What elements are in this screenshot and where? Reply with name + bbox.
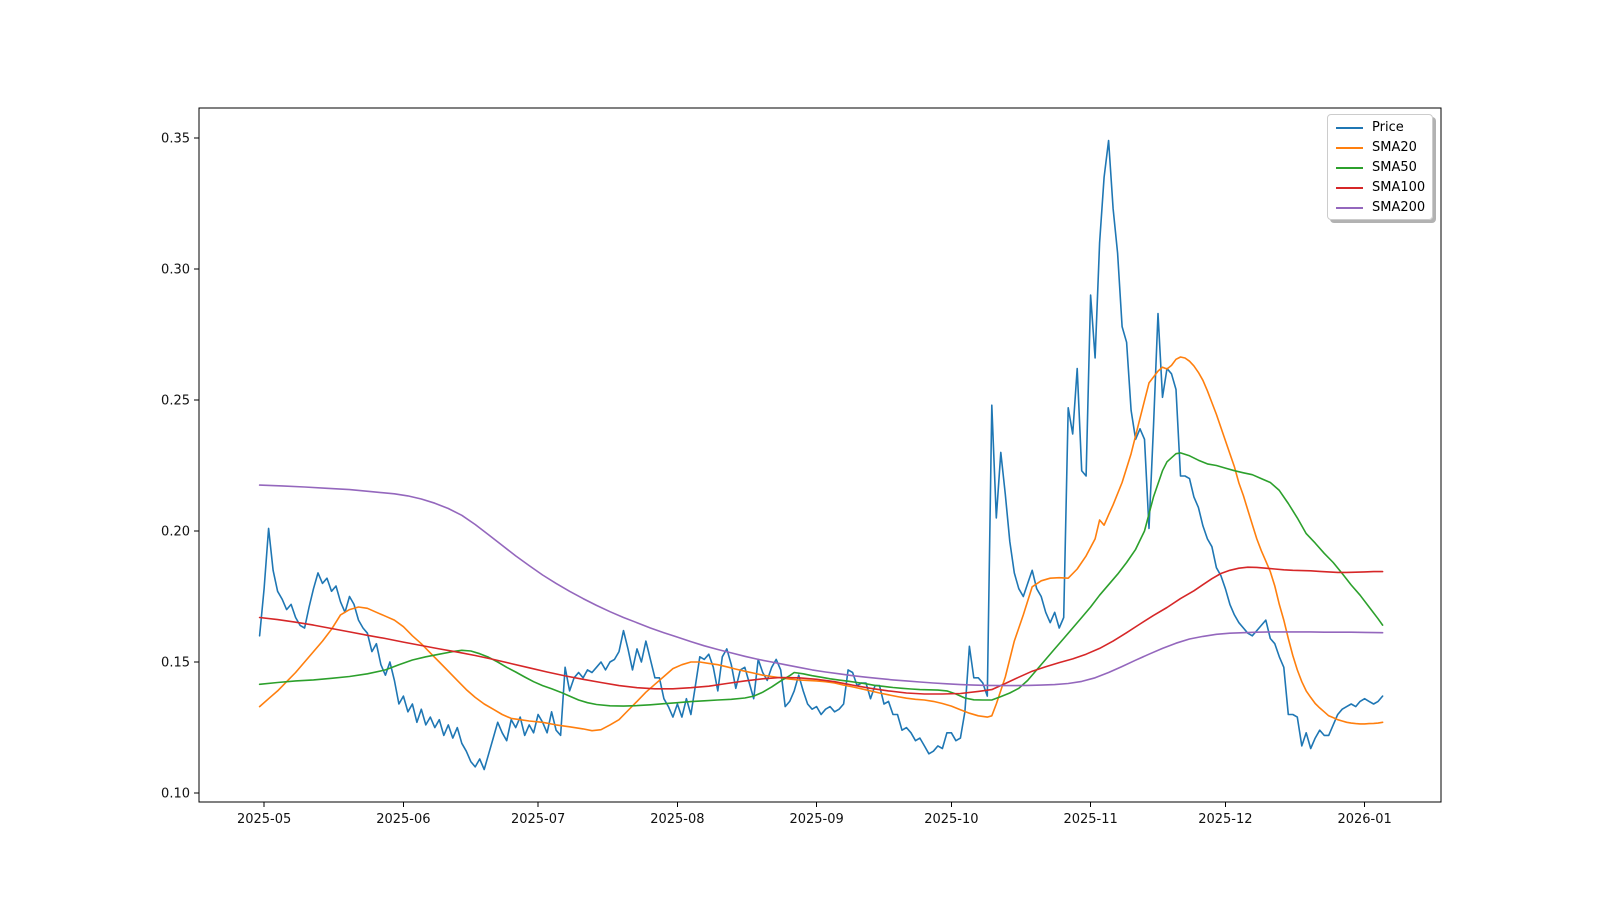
legend-item-sma100: SMA100	[1336, 178, 1432, 198]
legend-label: SMA50	[1372, 160, 1417, 175]
legend-label: SMA20	[1372, 140, 1417, 155]
y-tick-label: 0.25	[161, 393, 190, 408]
y-tick-label: 0.35	[161, 131, 190, 146]
legend-swatch-sma50	[1336, 167, 1363, 169]
series-sma200-line	[258, 484, 1384, 687]
legend-item-sma50: SMA50	[1336, 158, 1432, 178]
x-tick-label: 2025-10	[924, 812, 978, 827]
legend-swatch-sma200	[1336, 207, 1363, 209]
chart-figure: 2025-05 2025-06 2025-07 2025-08 2025-09 2025-…	[0, 0, 1600, 900]
legend-item-price: Price	[1336, 118, 1432, 138]
x-axis: 2025-05 2025-06 2025-07 2025-08 2025-09 2025-…	[237, 802, 1392, 827]
legend: Price SMA20 SMA50 SMA100 SMA200	[1327, 114, 1433, 220]
legend-label: SMA100	[1372, 180, 1426, 195]
legend-swatch-price	[1336, 127, 1363, 129]
series-sma20-line	[258, 356, 1384, 732]
series-sma100-line	[258, 566, 1384, 695]
legend-swatch-sma20	[1336, 147, 1363, 149]
y-tick-label: 0.10	[161, 787, 190, 802]
x-tick-label: 2025-09	[789, 812, 843, 827]
x-tick-label: 2025-11	[1063, 812, 1117, 827]
y-tick-label: 0.15	[161, 656, 190, 671]
legend-label: SMA200	[1372, 200, 1426, 215]
x-tick-label: 2025-06	[376, 812, 430, 827]
axes-frame	[198, 107, 1442, 803]
series-sma50-line	[258, 452, 1384, 707]
y-tick-label: 0.20	[161, 525, 190, 540]
legend-label: Price	[1372, 120, 1404, 135]
legend-swatch-sma100	[1336, 187, 1363, 189]
x-tick-label: 2025-05	[237, 812, 291, 827]
x-tick-label: 2025-08	[650, 812, 704, 827]
legend-item-sma20: SMA20	[1336, 138, 1432, 158]
series-price-line	[258, 139, 1384, 771]
x-tick-label: 2025-07	[511, 812, 565, 827]
y-axis: 0.10 0.15 0.20 0.25 0.30 0.35	[161, 131, 199, 802]
legend-item-sma200: SMA200	[1336, 198, 1432, 218]
y-tick-label: 0.30	[161, 262, 190, 277]
x-tick-label: 2026-01	[1337, 812, 1391, 827]
x-tick-label: 2025-12	[1198, 812, 1252, 827]
